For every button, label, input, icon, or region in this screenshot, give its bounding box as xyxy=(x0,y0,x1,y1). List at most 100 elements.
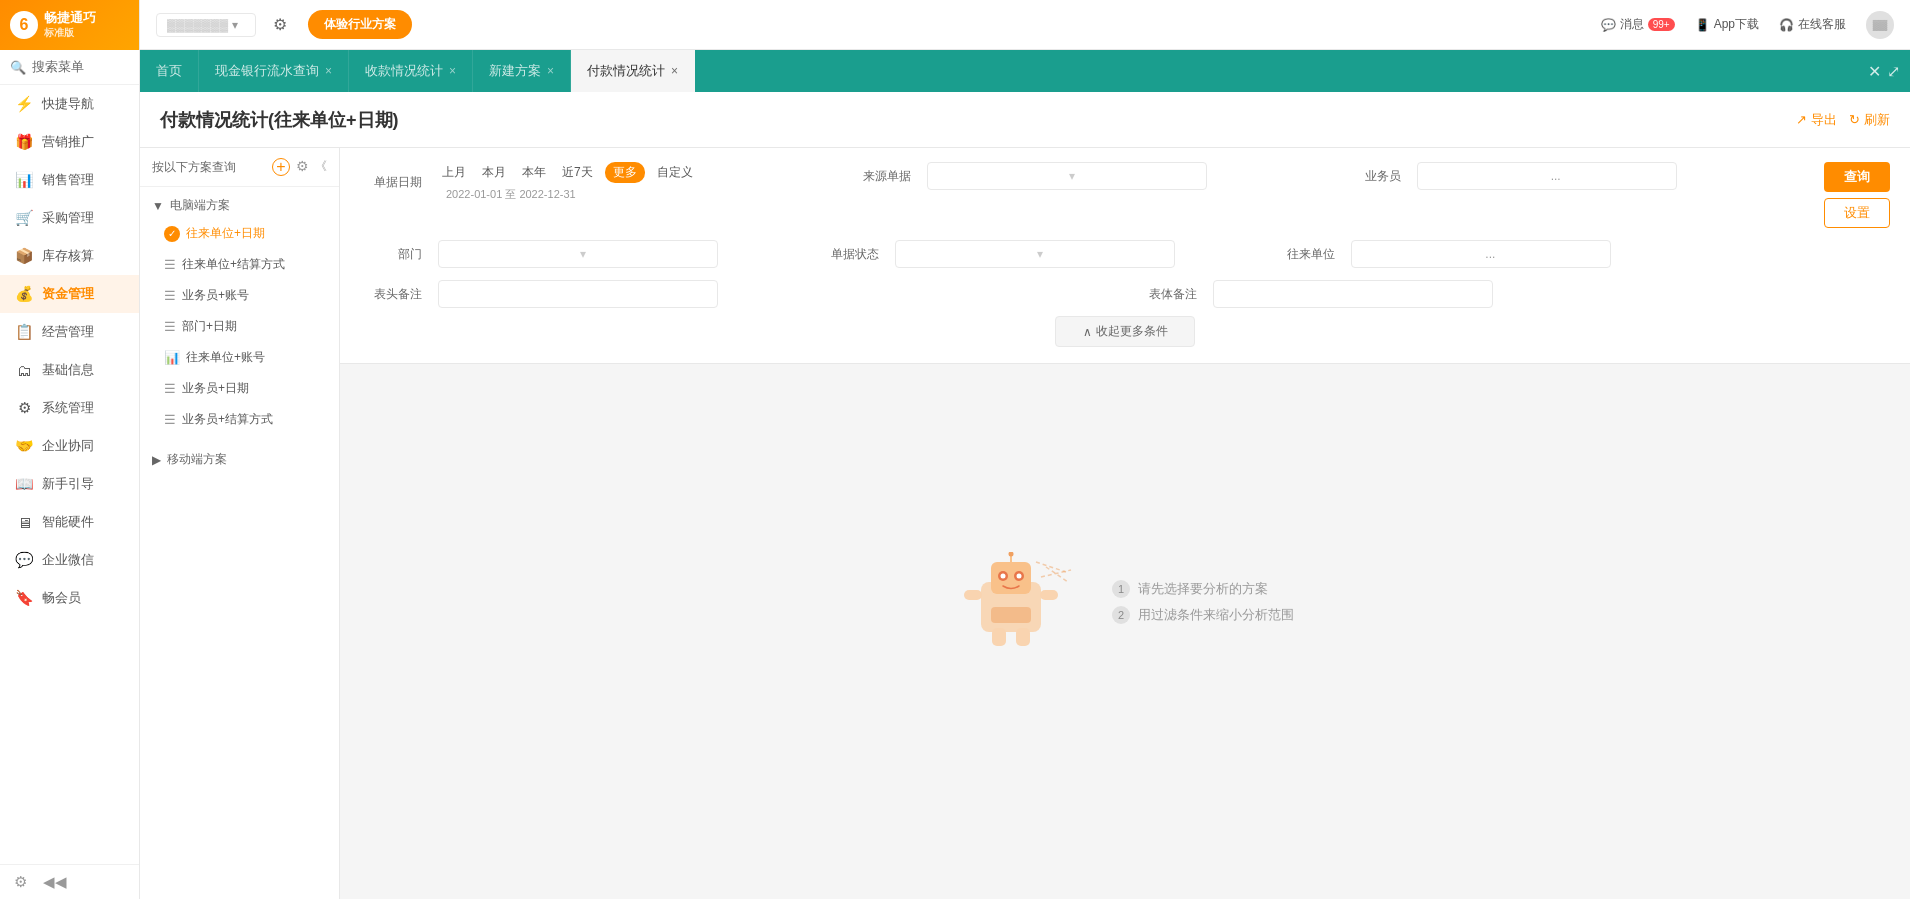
app-download-button[interactable]: 📱 App下载 xyxy=(1695,16,1759,33)
scheme-item-salesman-date[interactable]: ☰业务员+日期 xyxy=(140,373,339,404)
unit-dots[interactable]: ... xyxy=(1485,247,1602,261)
sidebar-item-operation[interactable]: 📋经营管理 xyxy=(0,313,139,351)
chevron-down-icon: ▾ xyxy=(232,18,238,32)
svg-point-8 xyxy=(1017,573,1022,578)
section-expand-icon-desktop: ▼ xyxy=(152,199,164,213)
tab-home[interactable]: 首页 xyxy=(140,50,199,92)
nav-icon-basic: 🗂 xyxy=(14,362,34,379)
empty-state-illustration xyxy=(956,552,1076,652)
collapse-filter-button[interactable]: ∧ 收起更多条件 xyxy=(1055,316,1195,347)
tab-bar-actions: ✕ ⤢ xyxy=(1858,50,1910,92)
body-note-input[interactable] xyxy=(1222,287,1484,301)
tab-close-payment-stats[interactable]: × xyxy=(671,64,678,78)
sidebar-item-basic[interactable]: 🗂 基础信息 xyxy=(0,351,139,389)
online-service-button[interactable]: 🎧 在线客服 xyxy=(1779,16,1846,33)
filter-source-col: 来源单据 ▾ xyxy=(849,162,1318,190)
date-opt-last-7[interactable]: 近7天 xyxy=(558,162,597,183)
nav-label-marketing: 营销推广 xyxy=(42,133,94,151)
filter-status-col: 单据状态 ▾ xyxy=(817,240,1254,268)
sidebar-item-enterprise[interactable]: 🤝企业协同 xyxy=(0,427,139,465)
empty-hint-2: 2 用过滤条件来缩小分析范围 xyxy=(1112,606,1294,624)
header-settings-icon[interactable]: ⚙ xyxy=(266,11,294,39)
date-opt-this-year[interactable]: 本年 xyxy=(518,162,550,183)
user-avatar[interactable]: ▓▓ xyxy=(1866,11,1894,39)
tab-bank-flow[interactable]: 现金银行流水查询 × xyxy=(199,50,349,92)
sidebar-item-marketing[interactable]: 🎁营销推广 xyxy=(0,123,139,161)
scheme-item-label-salesman-date: 业务员+日期 xyxy=(182,380,249,397)
unit-select[interactable]: ... xyxy=(1351,240,1611,268)
scheme-item-salesman-payment[interactable]: ☰业务员+结算方式 xyxy=(140,404,339,435)
expand-icon[interactable]: ⤢ xyxy=(1887,62,1900,81)
scheme-item-unit-account[interactable]: 📊往来单位+账号 xyxy=(140,342,339,373)
head-note-input-wrap xyxy=(438,280,718,308)
date-opt-more[interactable]: 更多 xyxy=(605,162,645,183)
dept-select[interactable]: ▾ xyxy=(438,240,718,268)
tab-close-new-scheme[interactable]: × xyxy=(547,64,554,78)
nav-label-basic: 基础信息 xyxy=(42,361,94,379)
source-select[interactable]: ▾ xyxy=(927,162,1207,190)
filter-settings-button[interactable]: 设置 xyxy=(1824,198,1890,228)
nav-icon-purchase: 🛒 xyxy=(14,209,34,227)
date-options: 上月 本月 本年 近7天 更多 自定义 xyxy=(438,162,697,183)
date-opt-last-month[interactable]: 上月 xyxy=(438,162,470,183)
tab-close-bank-flow[interactable]: × xyxy=(325,64,332,78)
salesman-select[interactable]: ... xyxy=(1417,162,1677,190)
sidebar-item-system[interactable]: ⚙系统管理 xyxy=(0,389,139,427)
scheme-item-dept-date[interactable]: ☰部门+日期 xyxy=(140,311,339,342)
export-button[interactable]: ↗ 导出 xyxy=(1796,111,1837,129)
empty-state-row: 1 请先选择要分析的方案 2 用过滤条件来缩小分析范围 xyxy=(956,552,1294,652)
date-filter-label: 单据日期 xyxy=(360,174,430,191)
refresh-button[interactable]: ↻ 刷新 xyxy=(1849,111,1890,129)
try-industry-button[interactable]: 体验行业方案 xyxy=(308,10,412,39)
notifications-button[interactable]: 💬 消息 99+ xyxy=(1601,16,1675,33)
sidebar-item-inventory[interactable]: 📦库存核算 xyxy=(0,237,139,275)
tab-receipt-stats[interactable]: 收款情况统计 × xyxy=(349,50,473,92)
nav-label-operation: 经营管理 xyxy=(42,323,94,341)
sidebar-search[interactable]: 🔍 搜索菜单 xyxy=(0,50,139,85)
collapse-sidebar-icon[interactable]: ◀◀ xyxy=(43,873,67,891)
salesman-filter-label: 业务员 xyxy=(1339,168,1409,185)
sidebar-item-purchase[interactable]: 🛒采购管理 xyxy=(0,199,139,237)
section-label-desktop: 电脑端方案 xyxy=(170,197,230,214)
nav-label-member: 畅会员 xyxy=(42,589,81,607)
nav-label-guide: 新手引导 xyxy=(42,475,94,493)
tab-close-receipt-stats[interactable]: × xyxy=(449,64,456,78)
filter-actions: 查询 设置 xyxy=(1824,162,1890,228)
sidebar-item-finance[interactable]: 💰资金管理 xyxy=(0,275,139,313)
message-icon: 💬 xyxy=(1601,18,1616,32)
filter-date-col: 单据日期 上月 本月 本年 近7天 更多 自定义 2022-01-01 至 20… xyxy=(360,162,829,202)
sidebar-item-member[interactable]: 🔖 畅会员 xyxy=(0,579,139,617)
head-note-input[interactable] xyxy=(447,287,709,301)
date-opt-custom[interactable]: 自定义 xyxy=(653,162,697,183)
close-all-tabs-icon[interactable]: ✕ xyxy=(1868,62,1881,81)
scheme-item-icon-unit-date: ✓ xyxy=(164,225,180,242)
sidebar-item-wechat[interactable]: 💬企业微信 xyxy=(0,541,139,579)
collapse-filter-label: 收起更多条件 xyxy=(1096,323,1168,340)
scheme-collapse-icon[interactable]: 《 xyxy=(315,158,327,176)
sidebar-item-smart[interactable]: 🖥智能硬件 xyxy=(0,503,139,541)
refresh-icon: ↻ xyxy=(1849,112,1860,127)
scheme-item-salesman-account[interactable]: ☰业务员+账号 xyxy=(140,280,339,311)
tab-payment-stats[interactable]: 付款情况统计 × xyxy=(571,50,695,92)
scheme-section-title-mobile[interactable]: ▶移动端方案 xyxy=(140,447,339,472)
svg-rect-15 xyxy=(1016,628,1030,646)
sidebar-item-quick-nav[interactable]: ⚡快捷导航 xyxy=(0,85,139,123)
sidebar-item-sales[interactable]: 📊销售管理 xyxy=(0,161,139,199)
app-download-label: App下载 xyxy=(1714,16,1759,33)
sidebar-item-guide[interactable]: 📖新手引导 xyxy=(0,465,139,503)
status-select[interactable]: ▾ xyxy=(895,240,1175,268)
scheme-section-title-desktop[interactable]: ▼ 电脑端方案 xyxy=(140,193,339,218)
scheme-item-unit-payment[interactable]: ☰往来单位+结算方式 xyxy=(140,249,339,280)
company-selector[interactable]: ▓▓▓▓▓▓▓ ▾ xyxy=(156,13,256,37)
filter-unit-col: 往来单位 ... xyxy=(1273,240,1710,268)
date-opt-this-month[interactable]: 本月 xyxy=(478,162,510,183)
add-scheme-icon[interactable]: + xyxy=(272,158,290,176)
empty-text-list: 1 请先选择要分析的方案 2 用过滤条件来缩小分析范围 xyxy=(1112,580,1294,624)
tab-new-scheme[interactable]: 新建方案 × xyxy=(473,50,571,92)
settings-icon[interactable]: ⚙ xyxy=(14,873,27,891)
salesman-dots[interactable]: ... xyxy=(1551,169,1668,183)
query-button[interactable]: 查询 xyxy=(1824,162,1890,192)
scheme-item-unit-date[interactable]: ✓往来单位+日期 xyxy=(140,218,339,249)
nav-icon-member: 🔖 xyxy=(14,589,34,607)
scheme-settings-icon[interactable]: ⚙ xyxy=(296,158,309,176)
